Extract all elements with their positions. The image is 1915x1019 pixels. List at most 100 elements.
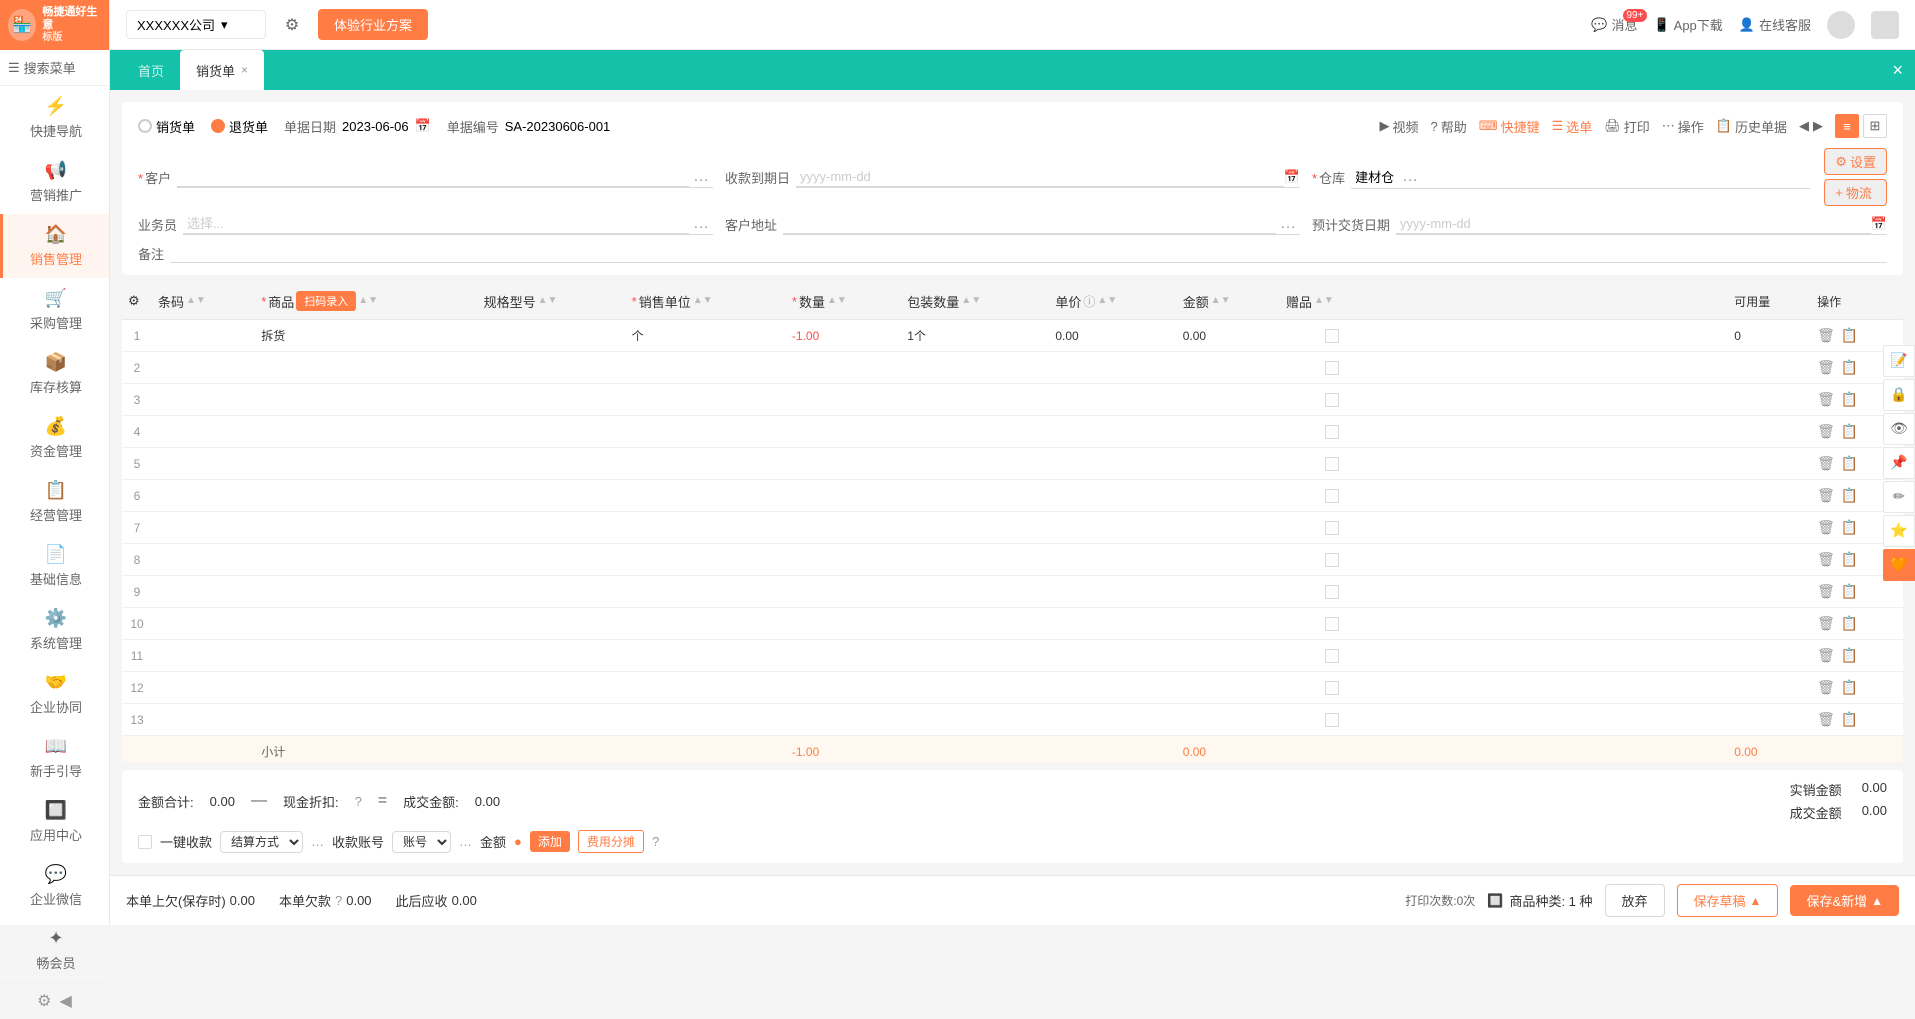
copy-icon[interactable]: 📋 [1841,551,1858,568]
gift-checkbox[interactable] [1325,393,1339,407]
salesperson-input[interactable] [183,214,689,234]
account-more-icon[interactable]: … [459,834,472,849]
user-avatar[interactable] [1827,11,1855,39]
due-date-input[interactable] [796,167,1284,187]
save-draft-button[interactable]: 保存草稿 ▲ [1677,884,1779,917]
settings-button[interactable]: ⚙ 设置 [1824,148,1887,175]
expected-date-calendar-icon[interactable]: 📅 [1871,216,1887,232]
scan-barcode-button[interactable]: 扫码录入 [296,291,356,311]
list-view-btn[interactable]: ≡ [1835,114,1859,138]
row-amount[interactable]: 0.00 [1177,320,1280,352]
row-unit[interactable]: 个 [626,320,786,352]
expected-date-wrapper[interactable]: 📅 [1396,214,1887,235]
copy-icon[interactable]: 📋 [1841,455,1858,472]
sidebar-item-system[interactable]: ⚙️ 系统管理 [0,598,109,662]
copy-icon[interactable]: 📋 [1841,711,1858,728]
gift-checkbox[interactable] [1325,585,1339,599]
online-service-btn[interactable]: 👤 在线客服 [1739,15,1811,34]
gift-checkbox[interactable] [1325,713,1339,727]
row-barcode[interactable] [152,320,255,352]
row-product[interactable]: 拆货 [255,320,477,352]
copy-icon[interactable]: 📋 [1841,679,1858,696]
expected-date-input[interactable] [1396,214,1871,234]
total-owe-help-icon[interactable]: ? [335,893,342,908]
sidebar-item-marketing[interactable]: 📢 营销推广 [0,150,109,214]
row-qty[interactable]: -1.00 [786,320,901,352]
sidebar-search[interactable]: ☰ 搜索菜单 [0,50,109,86]
sidebar-item-wechat[interactable]: 💬 企业微信 [0,854,109,918]
customer-input-wrapper[interactable]: … [177,167,713,188]
history-btn[interactable]: 📋历史单据 [1716,117,1787,136]
gift-checkbox[interactable] [1325,553,1339,567]
float-btn-5[interactable]: ✏ [1883,481,1915,513]
row-gift[interactable] [1280,320,1383,352]
copy-icon[interactable]: 📋 [1841,615,1858,632]
delete-icon[interactable]: 🗑 [1817,711,1835,728]
tab-sales-order[interactable]: 销货单 × [180,50,264,90]
copy-icon[interactable]: 📋 [1841,391,1858,408]
print-btn[interactable]: 🖨打印 [1604,117,1650,136]
copy-icon[interactable]: 📋 [1841,359,1858,376]
action-btn[interactable]: ⋯操作 [1662,117,1704,136]
add-button[interactable]: 添加 [530,831,570,852]
delete-icon[interactable]: 🗑 [1817,359,1835,376]
app-download-btn[interactable]: 📱 App下载 [1653,15,1722,34]
due-date-calendar-icon[interactable]: 📅 [1284,169,1300,185]
video-btn[interactable]: ▶视频 [1380,117,1419,136]
sidebar-item-enterprise[interactable]: 🤝 企业协同 [0,662,109,726]
sidebar-item-purchase[interactable]: 🛒 采购管理 [0,278,109,342]
sidebar-item-operation[interactable]: 📋 经营管理 [0,470,109,534]
account-select[interactable]: 账号 [392,831,451,853]
delete-icon[interactable]: 🗑 [1817,519,1835,536]
method-more-icon[interactable]: … [311,834,324,849]
expense-button[interactable]: 费用分摊 [578,830,644,853]
customer-addr-input[interactable] [783,214,1276,234]
delete-icon[interactable]: 🗑 [1817,647,1835,664]
discount-help-icon[interactable]: ? [355,794,362,809]
select-btn[interactable]: ☰选单 [1552,117,1593,136]
prev-icon[interactable]: ◀ [1799,118,1809,134]
delete-icon[interactable]: 🗑 [1817,615,1835,632]
next-icon[interactable]: ▶ [1813,118,1823,134]
price-info-icon[interactable]: ⓘ [1083,293,1095,310]
float-btn-6[interactable]: ⭐ [1883,515,1915,547]
date-calendar-icon[interactable]: 📅 [415,118,431,134]
trial-button[interactable]: 体验行业方案 [318,9,428,40]
gift-checkbox[interactable] [1325,521,1339,535]
pay-checkbox[interactable] [138,835,152,849]
sidebar-collapse-icon[interactable]: ◀ [60,991,72,1011]
sidebar-settings-icon[interactable]: ⚙ [37,991,51,1011]
abandon-button[interactable]: 放弃 [1605,884,1665,917]
company-selector[interactable]: XXXXXX公司 ▾ [126,10,266,39]
sidebar-item-guide[interactable]: 📖 新手引导 [0,726,109,790]
delete-icon[interactable]: 🗑 [1817,391,1835,408]
delete-icon[interactable]: 🗑 [1817,583,1835,600]
delete-icon[interactable]: 🗑 [1817,679,1835,696]
sidebar-item-quick-nav[interactable]: ⚡ 快捷导航 [0,86,109,150]
message-btn[interactable]: 💬 消息 99+ [1591,15,1637,34]
user-menu[interactable] [1871,11,1899,39]
settings-col-icon[interactable]: ⚙ [128,293,140,308]
radio-sales[interactable]: 销货单 [138,117,195,136]
add-row-icon[interactable]: ● [514,834,522,849]
method-select[interactable]: 结算方式 [220,831,303,853]
sidebar-item-basic[interactable]: 📄 基础信息 [0,534,109,598]
gift-checkbox[interactable] [1325,681,1339,695]
copy-icon[interactable]: 📋 [1841,423,1858,440]
save-new-button[interactable]: 保存&新增 ▲ [1790,885,1899,916]
float-btn-1[interactable]: 📝 [1883,345,1915,377]
row-pkg[interactable]: 1个 [901,320,1049,352]
sidebar-item-sales[interactable]: 🏠 销售管理 [0,214,109,278]
grid-view-btn[interactable]: ⊞ [1863,114,1887,138]
gift-checkbox[interactable] [1325,361,1339,375]
customer-more-icon[interactable]: … [689,168,713,186]
delete-icon[interactable]: 🗑 [1817,327,1835,344]
row-price[interactable]: 0.00 [1049,320,1176,352]
gift-checkbox[interactable] [1325,425,1339,439]
gift-checkbox[interactable] [1325,649,1339,663]
copy-icon[interactable]: 📋 [1841,519,1858,536]
warehouse-more-icon[interactable]: … [1398,168,1422,186]
gift-checkbox[interactable] [1325,617,1339,631]
delete-icon[interactable]: 🗑 [1817,423,1835,440]
tabbar-close-icon[interactable]: × [1892,60,1903,81]
